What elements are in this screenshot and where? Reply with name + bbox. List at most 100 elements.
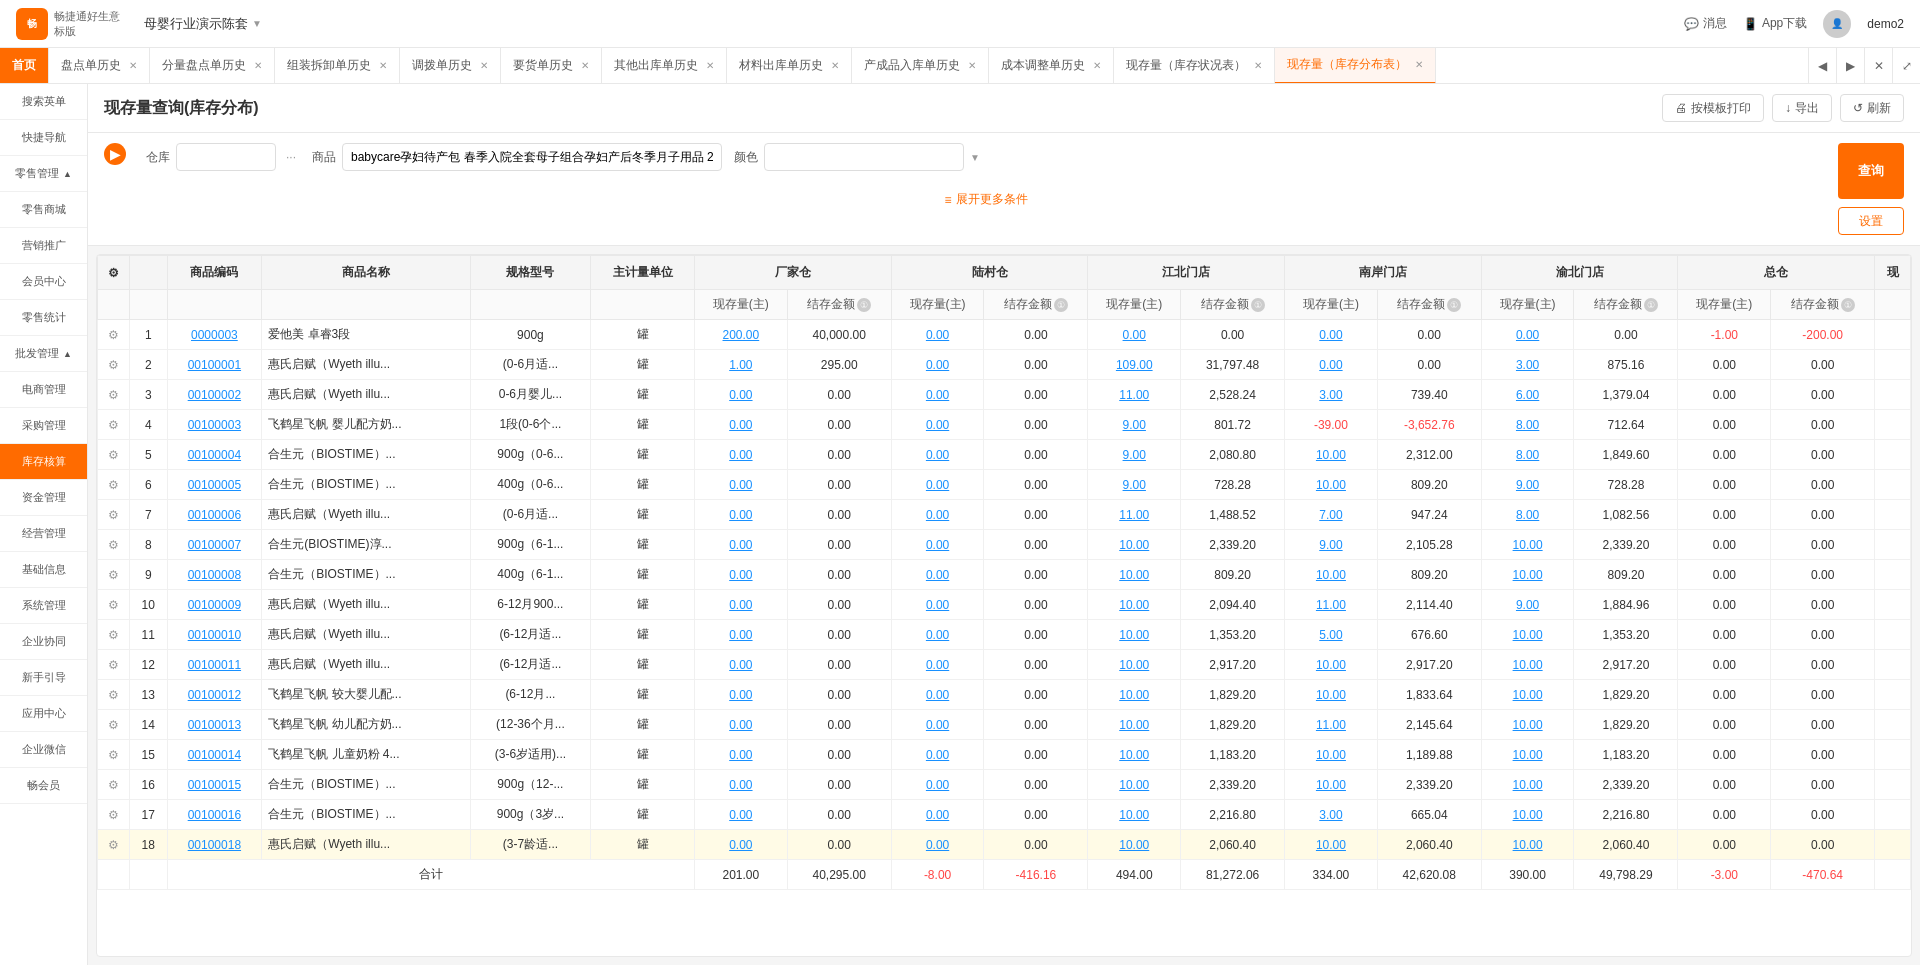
cell-c1-qty[interactable]: 0.00 <box>695 800 788 830</box>
cell-code[interactable]: 00100014 <box>167 740 262 770</box>
cell-gear[interactable]: ⚙ <box>98 440 130 470</box>
cell-gear[interactable]: ⚙ <box>98 560 130 590</box>
search-expand-btn[interactable]: ▶ <box>104 143 126 165</box>
c2-info-icon[interactable]: ① <box>1054 298 1068 312</box>
cell-c2-qty[interactable]: 0.00 <box>891 410 984 440</box>
cell-c5-qty[interactable]: 8.00 <box>1481 410 1574 440</box>
nav-tab-材料出库单历史[interactable]: 材料出库单历史✕ <box>727 48 852 84</box>
cell-c1-qty[interactable]: 0.00 <box>695 500 788 530</box>
cell-c2-qty[interactable]: 0.00 <box>891 830 984 860</box>
sidebar-item-电商管理[interactable]: 电商管理 <box>0 372 87 408</box>
cell-c2-qty[interactable]: 0.00 <box>891 440 984 470</box>
cell-c2-qty[interactable]: 0.00 <box>891 740 984 770</box>
tab-close-icon[interactable]: ✕ <box>480 60 488 71</box>
c5-info-icon[interactable]: ① <box>1644 298 1658 312</box>
cell-c3-qty[interactable]: 11.00 <box>1088 380 1181 410</box>
cell-c4-qty[interactable]: 3.00 <box>1285 380 1378 410</box>
sidebar-item-会员中心[interactable]: 会员中心 <box>0 264 87 300</box>
cell-c5-qty[interactable]: 8.00 <box>1481 500 1574 530</box>
warehouse-input[interactable] <box>176 143 276 171</box>
sidebar-item-基础信息[interactable]: 基础信息 <box>0 552 87 588</box>
cell-c4-qty[interactable]: 0.00 <box>1285 320 1378 350</box>
cell-c1-qty[interactable]: 0.00 <box>695 470 788 500</box>
action-btn-按模板打印[interactable]: 🖨按模板打印 <box>1662 94 1764 122</box>
tab-close-icon[interactable]: ✕ <box>129 60 137 71</box>
cell-c3-qty[interactable]: 11.00 <box>1088 500 1181 530</box>
color-dropdown-icon[interactable]: ▼ <box>970 152 980 163</box>
nav-arrow-right[interactable]: ▶ <box>1836 48 1864 84</box>
cell-c5-qty[interactable]: 0.00 <box>1481 320 1574 350</box>
action-btn-刷新[interactable]: ↺刷新 <box>1840 94 1904 122</box>
cell-c2-qty[interactable]: 0.00 <box>891 560 984 590</box>
cell-code[interactable]: 00100013 <box>167 710 262 740</box>
cell-c2-qty[interactable]: 0.00 <box>891 620 984 650</box>
action-btn-导出[interactable]: ↓导出 <box>1772 94 1832 122</box>
sidebar-item-企业微信[interactable]: 企业微信 <box>0 732 87 768</box>
cell-c2-qty[interactable]: 0.00 <box>891 380 984 410</box>
cell-c4-qty[interactable]: 10.00 <box>1285 770 1378 800</box>
cell-c4-qty[interactable]: 10.00 <box>1285 830 1378 860</box>
cell-c3-qty[interactable]: 10.00 <box>1088 800 1181 830</box>
cell-c5-qty[interactable]: 10.00 <box>1481 710 1574 740</box>
cell-c5-qty[interactable]: 9.00 <box>1481 470 1574 500</box>
cell-c1-qty[interactable]: 0.00 <box>695 590 788 620</box>
cell-gear[interactable]: ⚙ <box>98 500 130 530</box>
cell-code[interactable]: 00100018 <box>167 830 262 860</box>
sidebar-item-系统管理[interactable]: 系统管理 <box>0 588 87 624</box>
th-gear[interactable]: ⚙ <box>98 256 130 290</box>
cell-gear[interactable]: ⚙ <box>98 770 130 800</box>
cell-c2-qty[interactable]: 0.00 <box>891 800 984 830</box>
cell-code[interactable]: 00100009 <box>167 590 262 620</box>
cell-code[interactable]: 00100007 <box>167 530 262 560</box>
cell-gear[interactable]: ⚙ <box>98 740 130 770</box>
nav-tab-成本调整单历史[interactable]: 成本调整单历史✕ <box>989 48 1114 84</box>
cell-gear[interactable]: ⚙ <box>98 380 130 410</box>
sidebar-item-资金管理[interactable]: 资金管理 <box>0 480 87 516</box>
nav-tab-要货单历史[interactable]: 要货单历史✕ <box>501 48 602 84</box>
cell-code[interactable]: 00100015 <box>167 770 262 800</box>
cell-c4-qty[interactable]: 10.00 <box>1285 560 1378 590</box>
cell-gear[interactable]: ⚙ <box>98 590 130 620</box>
cell-c2-qty[interactable]: 0.00 <box>891 590 984 620</box>
cell-c3-qty[interactable]: 10.00 <box>1088 680 1181 710</box>
cell-gear[interactable]: ⚙ <box>98 830 130 860</box>
cell-c3-qty[interactable]: 9.00 <box>1088 470 1181 500</box>
cell-gear[interactable]: ⚙ <box>98 320 130 350</box>
sidebar-item-应用中心[interactable]: 应用中心 <box>0 696 87 732</box>
sidebar-item-零售商城[interactable]: 零售商城 <box>0 192 87 228</box>
cell-gear[interactable]: ⚙ <box>98 530 130 560</box>
cell-c5-qty[interactable]: 10.00 <box>1481 830 1574 860</box>
cell-code[interactable]: 00100006 <box>167 500 262 530</box>
sidebar-item-经营管理[interactable]: 经营管理 <box>0 516 87 552</box>
c4-info-icon[interactable]: ① <box>1447 298 1461 312</box>
cell-c1-qty[interactable]: 0.00 <box>695 560 788 590</box>
tab-close-icon[interactable]: ✕ <box>1415 59 1423 70</box>
cell-c2-qty[interactable]: 0.00 <box>891 680 984 710</box>
cell-c5-qty[interactable]: 10.00 <box>1481 650 1574 680</box>
cell-c4-qty[interactable]: 10.00 <box>1285 440 1378 470</box>
nav-tab-现存量（库存状况表）[interactable]: 现存量（库存状况表）✕ <box>1114 48 1275 84</box>
cell-code[interactable]: 00100005 <box>167 470 262 500</box>
nav-arrow-left[interactable]: ◀ <box>1808 48 1836 84</box>
app-download-btn[interactable]: 📱 App下载 <box>1743 15 1807 32</box>
cell-c4-qty[interactable]: 9.00 <box>1285 530 1378 560</box>
cell-c5-qty[interactable]: 3.00 <box>1481 350 1574 380</box>
cell-c5-qty[interactable]: 9.00 <box>1481 590 1574 620</box>
cell-c1-qty[interactable]: 0.00 <box>695 680 788 710</box>
cell-c4-qty[interactable]: 10.00 <box>1285 650 1378 680</box>
cell-c3-qty[interactable]: 0.00 <box>1088 320 1181 350</box>
cell-c1-qty[interactable]: 0.00 <box>695 440 788 470</box>
cell-gear[interactable]: ⚙ <box>98 680 130 710</box>
tab-close-icon[interactable]: ✕ <box>379 60 387 71</box>
cell-code[interactable]: 00100003 <box>167 410 262 440</box>
cell-code[interactable]: 00100010 <box>167 620 262 650</box>
cell-c1-qty[interactable]: 0.00 <box>695 770 788 800</box>
industry-selector[interactable]: 母婴行业演示陈套 ▼ <box>144 15 262 33</box>
sidebar-item-搜索英单[interactable]: 搜索英单 <box>0 84 87 120</box>
cell-code[interactable]: 00100002 <box>167 380 262 410</box>
cell-code[interactable]: 0000003 <box>167 320 262 350</box>
cell-c3-qty[interactable]: 9.00 <box>1088 410 1181 440</box>
sidebar-item-零售统计[interactable]: 零售统计 <box>0 300 87 336</box>
cell-c2-qty[interactable]: 0.00 <box>891 530 984 560</box>
cell-c4-qty[interactable]: 0.00 <box>1285 350 1378 380</box>
